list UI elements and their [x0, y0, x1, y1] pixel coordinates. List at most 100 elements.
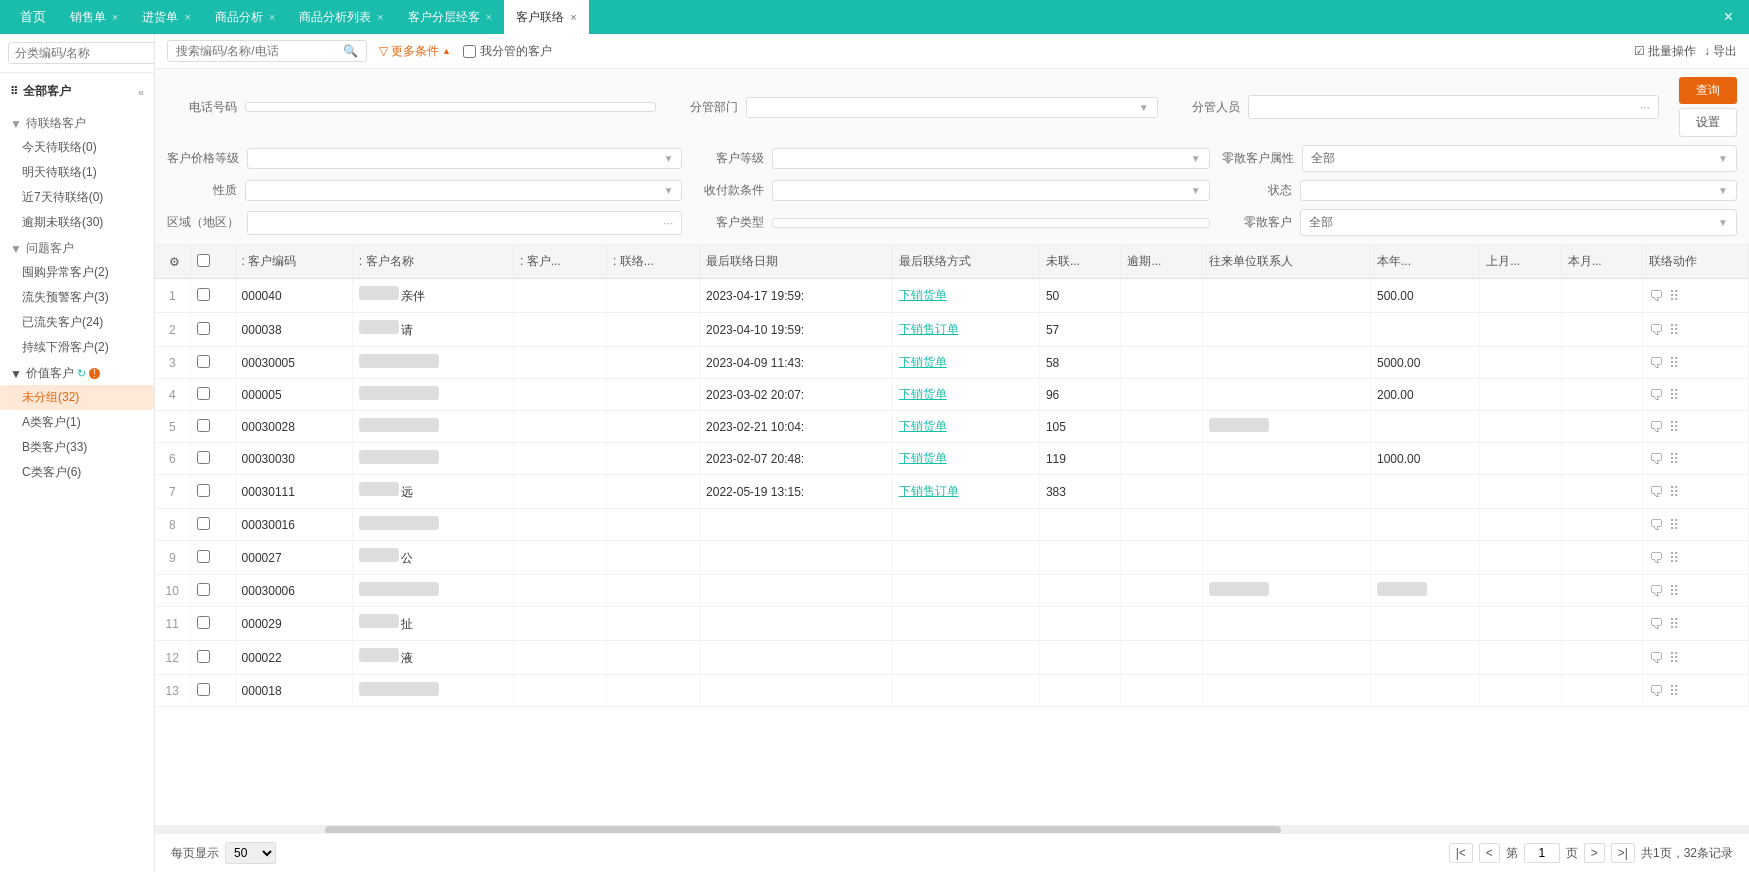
th-select[interactable]: [190, 245, 235, 279]
nav-tab-analysis-close[interactable]: ×: [269, 11, 275, 23]
first-page-btn[interactable]: |<: [1449, 843, 1473, 863]
phone-action-icon[interactable]: 🗨: [1649, 683, 1663, 699]
row-last-method[interactable]: [892, 509, 1039, 541]
row-checkbox[interactable]: [197, 616, 210, 629]
row-select[interactable]: [190, 379, 235, 411]
prev-page-btn[interactable]: <: [1479, 843, 1500, 863]
nav-tab-purchase[interactable]: 进货单 ×: [130, 0, 202, 34]
row-last-method[interactable]: 下销货单: [892, 443, 1039, 475]
more-action-icon[interactable]: ⠿: [1669, 683, 1679, 699]
filter-search-input[interactable]: [176, 44, 343, 58]
row-last-method[interactable]: [892, 607, 1039, 641]
more-action-icon[interactable]: ⠿: [1669, 484, 1679, 500]
row-last-method[interactable]: [892, 541, 1039, 575]
nav-tab-analysis[interactable]: 商品分析 ×: [203, 0, 287, 34]
more-action-icon[interactable]: ⠿: [1669, 650, 1679, 666]
customer-type-select[interactable]: [772, 218, 1209, 228]
sidebar-item-b-class[interactable]: B类客户(33): [0, 435, 154, 460]
more-action-icon[interactable]: ⠿: [1669, 550, 1679, 566]
row-select[interactable]: [190, 313, 235, 347]
row-select[interactable]: [190, 443, 235, 475]
nav-home[interactable]: 首页: [8, 8, 58, 26]
row-select[interactable]: [190, 411, 235, 443]
export-btn[interactable]: ↓ 导出: [1704, 43, 1737, 60]
more-action-icon[interactable]: ⠿: [1669, 616, 1679, 632]
row-last-method[interactable]: [892, 641, 1039, 675]
sidebar-item-churn-warn[interactable]: 流失预警客户(3): [0, 285, 154, 310]
last-method-link[interactable]: 下销货单: [899, 387, 947, 401]
more-action-icon[interactable]: ⠿: [1669, 419, 1679, 435]
last-page-btn[interactable]: >|: [1611, 843, 1635, 863]
retail-attr-select[interactable]: 全部 ▼: [1302, 145, 1737, 172]
row-last-method[interactable]: 下销货单: [892, 411, 1039, 443]
row-last-method[interactable]: 下销货单: [892, 379, 1039, 411]
filter-more-btn[interactable]: ▽ 更多条件 ▲: [379, 43, 451, 60]
last-method-link[interactable]: 下销货单: [899, 355, 947, 369]
sidebar-item-tomorrow[interactable]: 明天待联络(1): [0, 160, 154, 185]
row-last-method[interactable]: 下销售订单: [892, 475, 1039, 509]
reset-button[interactable]: 设置: [1679, 108, 1737, 137]
phone-action-icon[interactable]: 🗨: [1649, 583, 1663, 599]
department-select[interactable]: ▼: [746, 97, 1157, 118]
sidebar-group-pending[interactable]: ▼ 待联络客户: [0, 110, 154, 135]
sidebar-item-a-class[interactable]: A类客户(1): [0, 410, 154, 435]
sidebar-collapse-icon[interactable]: «: [138, 86, 144, 98]
refresh-icon[interactable]: ↻: [77, 367, 86, 380]
phone-action-icon[interactable]: 🗨: [1649, 322, 1663, 338]
row-select[interactable]: [190, 575, 235, 607]
sidebar-item-c-class[interactable]: C类客户(6): [0, 460, 154, 485]
page-input[interactable]: [1524, 843, 1560, 863]
nav-tab-customer-seg-close[interactable]: ×: [486, 11, 492, 23]
row-checkbox[interactable]: [197, 288, 210, 301]
nav-tab-sales-close[interactable]: ×: [112, 11, 118, 23]
row-select[interactable]: [190, 279, 235, 313]
sidebar-item-no-group[interactable]: 未分组(32): [0, 385, 154, 410]
row-select[interactable]: [190, 541, 235, 575]
row-checkbox[interactable]: [197, 550, 210, 563]
more-action-icon[interactable]: ⠿: [1669, 583, 1679, 599]
row-last-method[interactable]: 下销售订单: [892, 313, 1039, 347]
sidebar-item-7days[interactable]: 近7天待联络(0): [0, 185, 154, 210]
row-checkbox[interactable]: [197, 451, 210, 464]
last-method-link[interactable]: 下销货单: [899, 451, 947, 465]
th-settings[interactable]: ⚙: [155, 245, 190, 279]
phone-action-icon[interactable]: 🗨: [1649, 650, 1663, 666]
row-checkbox[interactable]: [197, 322, 210, 335]
row-checkbox[interactable]: [197, 355, 210, 368]
more-action-icon[interactable]: ⠿: [1669, 288, 1679, 304]
phone-action-icon[interactable]: 🗨: [1649, 387, 1663, 403]
customer-level-select[interactable]: ▼: [772, 148, 1209, 169]
my-customers-checkbox[interactable]: 我分管的客户: [463, 43, 552, 60]
phone-action-icon[interactable]: 🗨: [1649, 451, 1663, 467]
status-select[interactable]: ▼: [1300, 180, 1737, 201]
last-method-link[interactable]: 下销售订单: [899, 322, 959, 336]
row-select[interactable]: [190, 509, 235, 541]
nav-tab-customer-seg[interactable]: 客户分层经客 ×: [396, 0, 504, 34]
nav-window-close[interactable]: ×: [1716, 8, 1741, 26]
row-select[interactable]: [190, 641, 235, 675]
nav-tab-customer-contact[interactable]: 客户联络 ×: [504, 0, 588, 34]
sidebar-item-abnormal[interactable]: 囤购异常客户(2): [0, 260, 154, 285]
scrollbar-area[interactable]: [155, 825, 1749, 833]
row-last-method[interactable]: 下销货单: [892, 279, 1039, 313]
nav-tab-sales[interactable]: 销售单 ×: [58, 0, 130, 34]
region-select[interactable]: ···: [247, 211, 682, 235]
row-select[interactable]: [190, 675, 235, 707]
more-action-icon[interactable]: ⠿: [1669, 451, 1679, 467]
phone-action-icon[interactable]: 🗨: [1649, 484, 1663, 500]
row-checkbox[interactable]: [197, 583, 210, 596]
row-checkbox[interactable]: [197, 387, 210, 400]
manager-select[interactable]: ···: [1248, 95, 1659, 119]
more-action-icon[interactable]: ⠿: [1669, 387, 1679, 403]
payment-select[interactable]: ▼: [772, 180, 1209, 201]
row-checkbox[interactable]: [197, 650, 210, 663]
sidebar-group-value[interactable]: ▼ 价值客户 ↻ !: [0, 360, 154, 385]
sidebar-item-lost[interactable]: 已流失客户(24): [0, 310, 154, 335]
nav-tab-customer-contact-close[interactable]: ×: [570, 11, 576, 23]
last-method-link[interactable]: 下销货单: [899, 288, 947, 302]
sidebar-item-today[interactable]: 今天待联络(0): [0, 135, 154, 160]
phone-action-icon[interactable]: 🗨: [1649, 550, 1663, 566]
more-action-icon[interactable]: ⠿: [1669, 322, 1679, 338]
phone-input[interactable]: [245, 102, 656, 112]
next-page-btn[interactable]: >: [1584, 843, 1605, 863]
